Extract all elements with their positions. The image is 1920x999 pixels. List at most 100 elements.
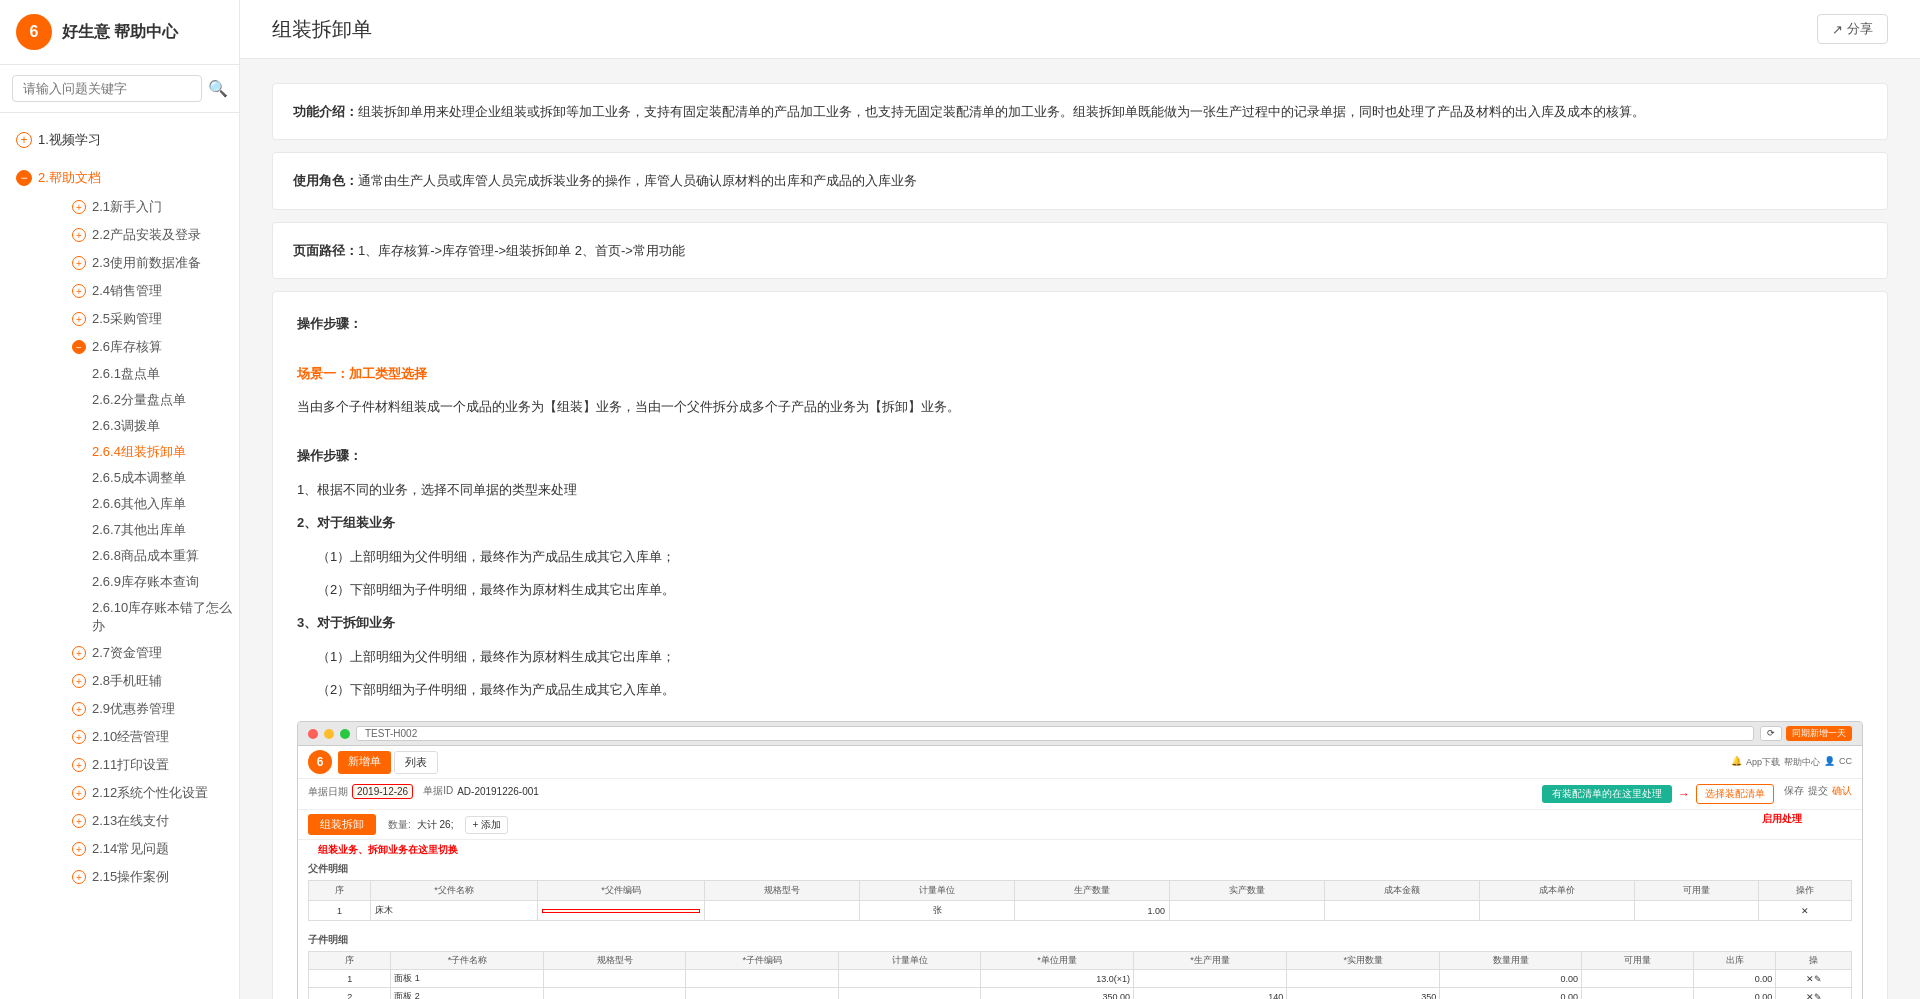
- sidebar-label-2-9: 2.9优惠券管理: [92, 700, 175, 718]
- sidebar-label-2-15: 2.15操作案例: [92, 868, 169, 886]
- sidebar-item-2-9[interactable]: + 2.9优惠券管理: [36, 695, 239, 723]
- sidebar-item-2-12[interactable]: + 2.12系统个性化设置: [36, 779, 239, 807]
- action-btn-1[interactable]: + 添加: [465, 816, 508, 834]
- upper-col-7: 成本金额: [1325, 881, 1480, 901]
- btn-confirm[interactable]: 确认: [1832, 784, 1852, 798]
- plus-icon-2-4: +: [72, 284, 86, 298]
- sidebar-item-leaf-2-6-9[interactable]: 2.6.9库存账本查询: [92, 569, 239, 595]
- lr2-seq: 2: [309, 988, 391, 999]
- sidebar-item-leaf-2-6-1[interactable]: 2.6.1盘点单: [92, 361, 239, 387]
- step-2-1: （1）上部明细为父件明细，最终作为产成品生成其它入库单；: [297, 545, 1863, 568]
- app-icons: 🔔 App下载 帮助中心 👤 CC: [1731, 756, 1852, 769]
- lower-row-1: 1 面板 1 13.0(×1) 0.00 0.00: [309, 970, 1852, 988]
- steps-block: 操作步骤： 场景一：加工类型选择 当由多个子件材料组装成一个成品的业务为【组装】…: [272, 291, 1888, 999]
- type-selector[interactable]: 组装拆卸: [308, 814, 376, 835]
- page-title: 组装拆卸单: [272, 16, 372, 43]
- plus-icon-2-1: +: [72, 200, 86, 214]
- lr2-op: ✕✎: [1776, 988, 1852, 999]
- sidebar: 6 好生意 帮助中心 🔍 + 1.视频学习 − 2.帮助文档 +: [0, 0, 240, 999]
- icon-bell: 🔔: [1731, 756, 1742, 769]
- search-button[interactable]: 🔍: [208, 79, 228, 98]
- lr2-qty: 0.00: [1440, 988, 1582, 999]
- browser-min: [324, 729, 334, 739]
- upper-cell-avail: [1634, 901, 1758, 921]
- sidebar-label-2-3: 2.3使用前数据准备: [92, 254, 201, 272]
- sidebar-item-docs[interactable]: − 2.帮助文档: [0, 163, 239, 193]
- path-intro-text: 1、库存核算->库存管理->组装拆卸单 2、首页->常用功能: [358, 243, 685, 258]
- sidebar-item-leaf-2-6-5[interactable]: 2.6.5成本调整单: [92, 465, 239, 491]
- sidebar-item-leaf-2-6-6[interactable]: 2.6.6其他入库单: [92, 491, 239, 517]
- upper-table: 序 *父件名称 *父件编码 规格型号 计量单位 生产数量 实产数量 成本金额 成…: [308, 880, 1852, 921]
- sidebar-item-leaf-2-6-10[interactable]: 2.6.10库存账本错了怎么办: [92, 595, 239, 639]
- lr1-op: ✕✎: [1776, 970, 1852, 988]
- lr2-spec: [544, 988, 686, 999]
- btn-save[interactable]: 保存: [1784, 784, 1804, 798]
- lower-col-1: *子件名称: [391, 952, 544, 970]
- app-bar: 6 新增单 列表 🔔 App下载 帮助中心 👤 CC: [298, 746, 1862, 779]
- step-3-1: （1）上部明细为父件明细，最终作为原材料生成其它出库单；: [297, 645, 1863, 668]
- sidebar-item-2-13[interactable]: + 2.13在线支付: [36, 807, 239, 835]
- lower-table-label: 子件明细: [308, 933, 1852, 947]
- nav-sub-2-3: + 2.3使用前数据准备: [36, 249, 239, 277]
- lower-col-2: 规格型号: [544, 952, 686, 970]
- plus-icon-2-7: +: [72, 646, 86, 660]
- sidebar-item-leaf-2-6-4[interactable]: 2.6.4组装拆卸单: [92, 439, 239, 465]
- sidebar-item-2-6[interactable]: − 2.6库存核算: [36, 333, 239, 361]
- upper-col-5: 生产数量: [1015, 881, 1170, 901]
- sidebar-item-2-4[interactable]: + 2.4销售管理: [36, 277, 239, 305]
- sidebar-item-2-5[interactable]: + 2.5采购管理: [36, 305, 239, 333]
- icon-app: App下载: [1746, 756, 1780, 769]
- func-intro-text: 组装拆卸单用来处理企业组装或拆卸等加工业务，支持有固定装配清单的产品加工业务，也…: [358, 104, 1645, 119]
- nav-sub-2-14: + 2.14常见问题: [36, 835, 239, 863]
- sidebar-item-2-7[interactable]: + 2.7资金管理: [36, 639, 239, 667]
- sidebar-item-2-11[interactable]: + 2.11打印设置: [36, 751, 239, 779]
- nav-section-2: − 2.帮助文档 + 2.1新手入门 + 2.2产品安装及登录: [0, 159, 239, 895]
- share-icon: ↗: [1832, 22, 1843, 37]
- search-input[interactable]: [12, 75, 202, 102]
- qty-row: 数量: 大计 26;: [388, 818, 453, 832]
- app-logo: 6: [308, 750, 332, 774]
- lr2-avail: [1581, 988, 1693, 999]
- form-date-value: 2019-12-26: [352, 784, 413, 799]
- select-btn[interactable]: 选择装配清单: [1696, 784, 1774, 804]
- lr2-unit-usage: 350.00: [980, 988, 1133, 999]
- app-tab-active[interactable]: 新增单: [338, 751, 391, 774]
- lr2-unit: [839, 988, 981, 999]
- qty-note-text: 启用处理: [1762, 812, 1802, 826]
- sidebar-label-2-5: 2.5采购管理: [92, 310, 162, 328]
- nav-sub-2-10: + 2.10经营管理: [36, 723, 239, 751]
- lower-col-5: *单位用量: [980, 952, 1133, 970]
- sidebar-item-2-14[interactable]: + 2.14常见问题: [36, 835, 239, 863]
- sidebar-item-2-15[interactable]: + 2.15操作案例: [36, 863, 239, 891]
- sidebar-item-2-10[interactable]: + 2.10经营管理: [36, 723, 239, 751]
- sidebar-item-leaf-2-6-8[interactable]: 2.6.8商品成本重算: [92, 543, 239, 569]
- step-3-header: 3、对于拆卸业务: [297, 611, 1863, 634]
- nav-sub-2-6: − 2.6库存核算 2.6.1盘点单 2.6.2分量盘点单 2.6.3调拨单 2…: [36, 333, 239, 639]
- sidebar-label-2-2: 2.2产品安装及登录: [92, 226, 201, 244]
- lower-col-7: *实用数量: [1287, 952, 1440, 970]
- sidebar-item-video[interactable]: + 1.视频学习: [0, 125, 239, 155]
- sidebar-item-leaf-2-6-3[interactable]: 2.6.3调拨单: [92, 413, 239, 439]
- sidebar-item-2-2[interactable]: + 2.2产品安装及登录: [36, 221, 239, 249]
- sidebar-item-2-3[interactable]: + 2.3使用前数据准备: [36, 249, 239, 277]
- sidebar-label-2-12: 2.12系统个性化设置: [92, 784, 208, 802]
- func-intro-block: 功能介绍：组装拆卸单用来处理企业组装或拆卸等加工业务，支持有固定装配清单的产品加…: [272, 83, 1888, 140]
- form-date-group: 单据日期 2019-12-26: [308, 784, 413, 799]
- share-button[interactable]: ↗ 分享: [1817, 14, 1888, 44]
- nav-sub-2-1: + 2.1新手入门: [36, 193, 239, 221]
- qty-value: 大计 26;: [417, 818, 454, 832]
- search-bar: 🔍: [0, 65, 239, 113]
- sidebar-item-2-8[interactable]: + 2.8手机旺辅: [36, 667, 239, 695]
- sidebar-item-2-1[interactable]: + 2.1新手入门: [36, 193, 239, 221]
- sidebar-item-leaf-2-6-7[interactable]: 2.6.7其他出库单: [92, 517, 239, 543]
- btn-other[interactable]: 提交: [1808, 784, 1828, 798]
- sidebar-item-leaf-2-6-2[interactable]: 2.6.2分量盘点单: [92, 387, 239, 413]
- type-annotation: 组装业务、拆卸业务在这里切换: [318, 843, 458, 857]
- nav-sub-2-9: + 2.9优惠券管理: [36, 695, 239, 723]
- scene-desc: 当由多个子件材料组装成一个成品的业务为【组装】业务，当由一个父件拆分成多个子产品…: [297, 395, 1863, 418]
- app-tab-2[interactable]: 列表: [394, 751, 438, 774]
- plus-icon-2-12: +: [72, 786, 86, 800]
- plus-icon-1: +: [16, 132, 32, 148]
- upper-table-label: 父件明细: [308, 848, 1852, 876]
- upper-col-6: 实产数量: [1170, 881, 1325, 901]
